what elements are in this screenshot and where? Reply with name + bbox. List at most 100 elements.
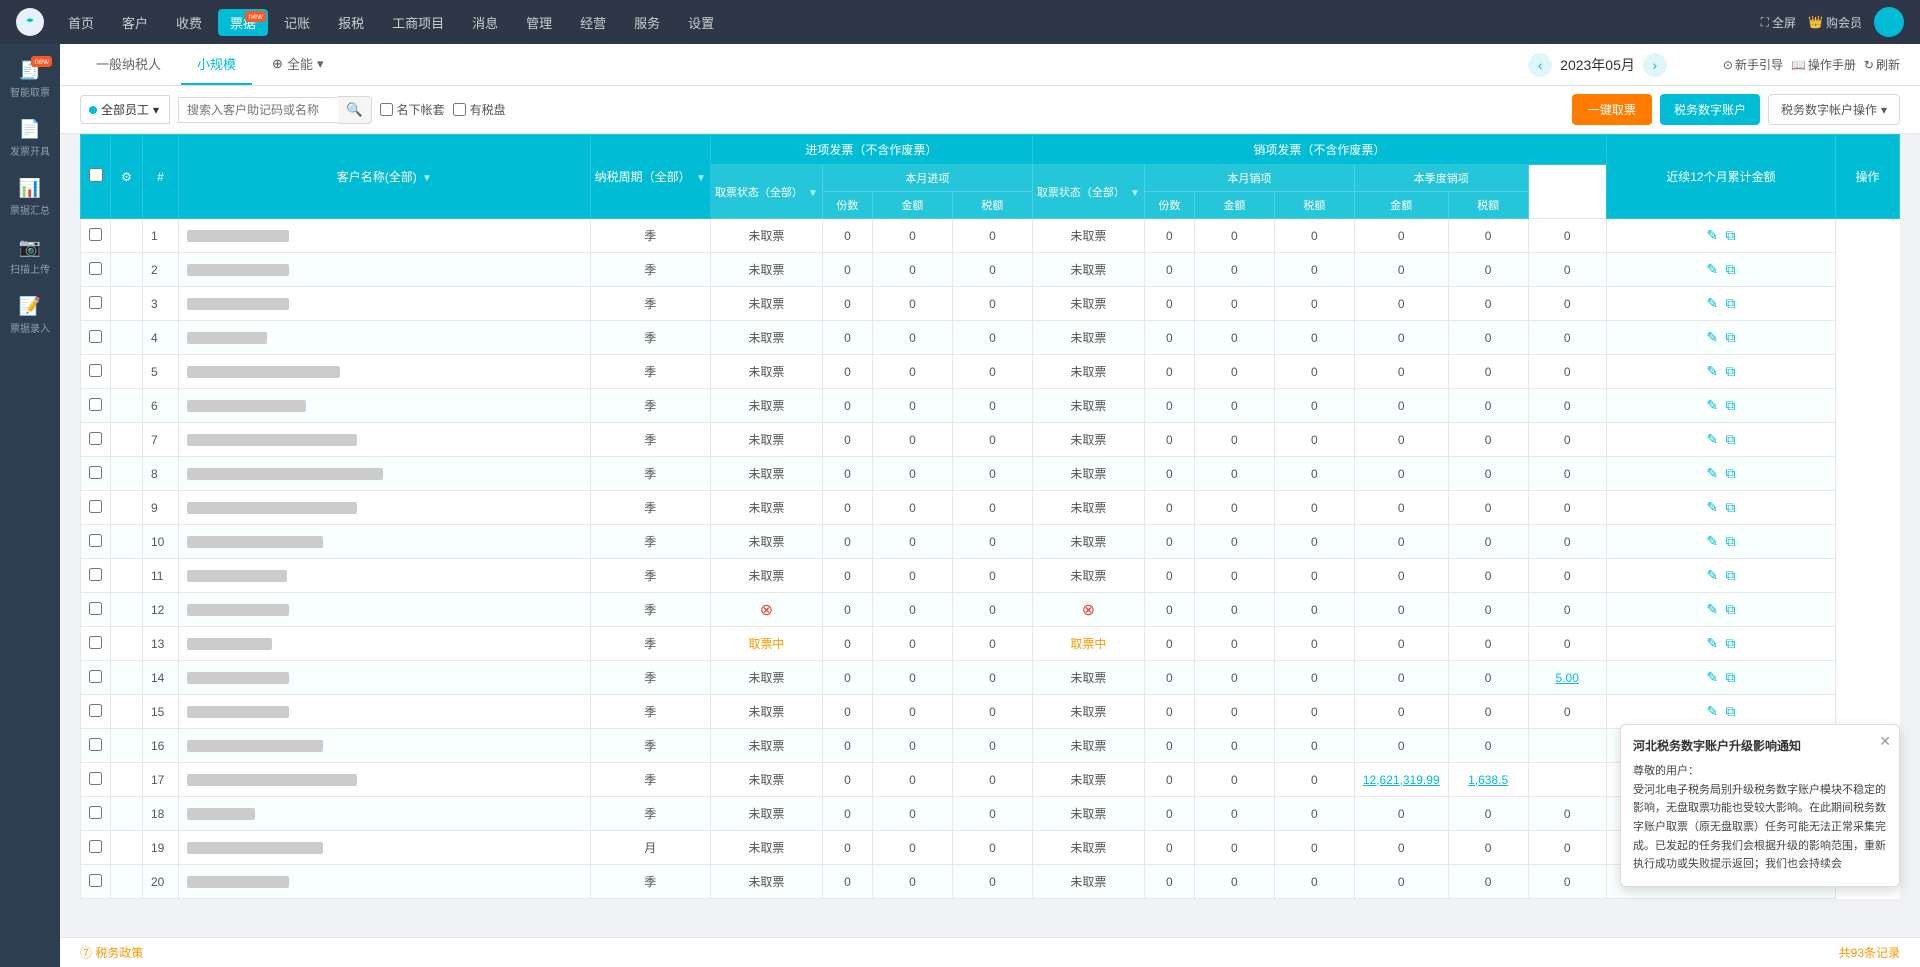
edit-btn-14[interactable]: ✎ [1704,667,1720,688]
oneclick-btn[interactable]: 一键取票 [1572,94,1652,125]
row-checkbox-4[interactable] [89,330,102,343]
nav-tax[interactable]: 报税 [326,9,376,36]
edit-btn-6[interactable]: ✎ [1704,395,1720,416]
row-checkbox-9[interactable] [89,500,102,513]
sidebar-item-scan[interactable]: 📷 扫描上传 [0,229,60,284]
copy-btn-1[interactable]: ⧉ [1723,225,1737,246]
row-checkbox-8[interactable] [89,466,102,479]
checkbox-account[interactable]: 名下帐套 [380,101,445,118]
row-checkbox-5[interactable] [89,364,102,377]
edit-btn-7[interactable]: ✎ [1704,429,1720,450]
copy-btn-2[interactable]: ⧉ [1723,259,1737,280]
edit-btn-12[interactable]: ✎ [1704,599,1720,620]
edit-btn-5[interactable]: ✎ [1704,361,1720,382]
tax-digital-btn[interactable]: 税务数字账户 [1660,94,1760,125]
row-checkbox-6[interactable] [89,398,102,411]
nav-fee[interactable]: 收费 [164,9,214,36]
row-checkbox-7[interactable] [89,432,102,445]
tax-digital-op-btn[interactable]: 税务数字帐户操作 ▾ [1768,94,1900,125]
copy-btn-9[interactable]: ⧉ [1723,497,1737,518]
sidebar-item-entry[interactable]: 📝 票据录入 [0,288,60,343]
account-checkbox[interactable] [380,103,393,116]
row-checkbox-1[interactable] [89,228,102,241]
copy-btn-5[interactable]: ⧉ [1723,361,1737,382]
employee-selector[interactable]: 全部员工 ▾ [80,95,170,124]
row-checkbox-19[interactable] [89,840,102,853]
refresh-link[interactable]: ↻ 刷新 [1864,56,1900,73]
fullscreen-btn[interactable]: ⛶ 全屏 [1761,14,1796,31]
copy-btn-15[interactable]: ⧉ [1723,701,1737,722]
in-status-filter-icon[interactable]: ▼ [808,188,818,199]
guide-link[interactable]: ⊙ 新手引导 [1723,56,1783,73]
row-checkbox-2[interactable] [89,262,102,275]
nav-home[interactable]: 首页 [56,9,106,36]
copy-btn-7[interactable]: ⧉ [1723,429,1737,450]
manual-link[interactable]: 📖 操作手册 [1791,56,1856,73]
period-filter-icon[interactable]: ▼ [696,173,706,184]
copy-btn-13[interactable]: ⧉ [1723,633,1737,654]
copy-btn-6[interactable]: ⧉ [1723,395,1737,416]
sidebar-item-summary[interactable]: 📊 票据汇总 [0,170,60,225]
row-checkbox-16[interactable] [89,738,102,751]
credit-tax-link[interactable]: 1,638.5 [1468,773,1508,787]
row-checkbox-11[interactable] [89,568,102,581]
edit-btn-4[interactable]: ✎ [1704,327,1720,348]
tab-general-taxpayer[interactable]: 一般纳税人 [80,44,177,85]
cell-operations: ✎ ⧉ [1606,491,1835,525]
edit-btn-3[interactable]: ✎ [1704,293,1720,314]
nav-service[interactable]: 服务 [622,9,672,36]
employee-select-box[interactable]: 全部员工 ▾ [80,95,170,124]
taxdisk-checkbox[interactable] [453,103,466,116]
nav-message[interactable]: 消息 [460,9,510,36]
row-checkbox-17[interactable] [89,772,102,785]
credit-amount-link[interactable]: 12,621,319.99 [1363,773,1440,787]
edit-btn-2[interactable]: ✎ [1704,259,1720,280]
edit-btn-1[interactable]: ✎ [1704,225,1720,246]
edit-btn-11[interactable]: ✎ [1704,565,1720,586]
edit-btn-8[interactable]: ✎ [1704,463,1720,484]
copy-btn-10[interactable]: ⧉ [1723,531,1737,552]
edit-btn-10[interactable]: ✎ [1704,531,1720,552]
nav-operation[interactable]: 经营 [568,9,618,36]
row-checkbox-10[interactable] [89,534,102,547]
nav-business[interactable]: 工商项目 [380,9,456,36]
edit-btn-15[interactable]: ✎ [1704,701,1720,722]
search-input[interactable] [178,97,338,123]
edit-btn-9[interactable]: ✎ [1704,497,1720,518]
sidebar-item-issue[interactable]: 📄 发票开具 [0,111,60,166]
select-all-checkbox[interactable] [89,168,103,182]
sidebar-item-smart-invoice[interactable]: 🧾 智能取票 new [0,52,60,107]
nav-settings[interactable]: 设置 [676,9,726,36]
tab-all-capable[interactable]: ⊕ 全能 ▾ [256,44,339,85]
popup-close-btn[interactable]: ✕ [1879,733,1891,750]
out-status-filter-icon[interactable]: ▼ [1130,188,1140,199]
copy-btn-3[interactable]: ⧉ [1723,293,1737,314]
copy-btn-11[interactable]: ⧉ [1723,565,1737,586]
member-btn[interactable]: 👑 购会员 [1808,14,1862,31]
rolling12-link[interactable]: 5.00 [1556,671,1579,685]
month-next-btn[interactable]: › [1643,53,1667,77]
copy-btn-4[interactable]: ⧉ [1723,327,1737,348]
tax-policy-link[interactable]: ⑦ 税务政策 [80,944,143,961]
nav-invoice[interactable]: 票据 new [218,9,268,36]
copy-btn-12[interactable]: ⧉ [1723,599,1737,620]
copy-btn-8[interactable]: ⧉ [1723,463,1737,484]
row-checkbox-12[interactable] [89,602,102,615]
row-checkbox-18[interactable] [89,806,102,819]
row-checkbox-14[interactable] [89,670,102,683]
search-button[interactable]: 🔍 [338,96,372,124]
user-avatar[interactable] [1874,7,1904,37]
row-checkbox-20[interactable] [89,874,102,887]
row-checkbox-13[interactable] [89,636,102,649]
nav-admin[interactable]: 管理 [514,9,564,36]
nav-bookkeeping[interactable]: 记账 [272,9,322,36]
row-checkbox-3[interactable] [89,296,102,309]
copy-btn-14[interactable]: ⧉ [1723,667,1737,688]
client-filter-icon[interactable]: ▼ [422,173,432,184]
month-prev-btn[interactable]: ‹ [1528,53,1552,77]
checkbox-taxdisk[interactable]: 有税盘 [453,101,506,118]
nav-client[interactable]: 客户 [110,9,160,36]
row-checkbox-15[interactable] [89,704,102,717]
tab-small-scale[interactable]: 小规模 [181,44,252,85]
edit-btn-13[interactable]: ✎ [1704,633,1720,654]
